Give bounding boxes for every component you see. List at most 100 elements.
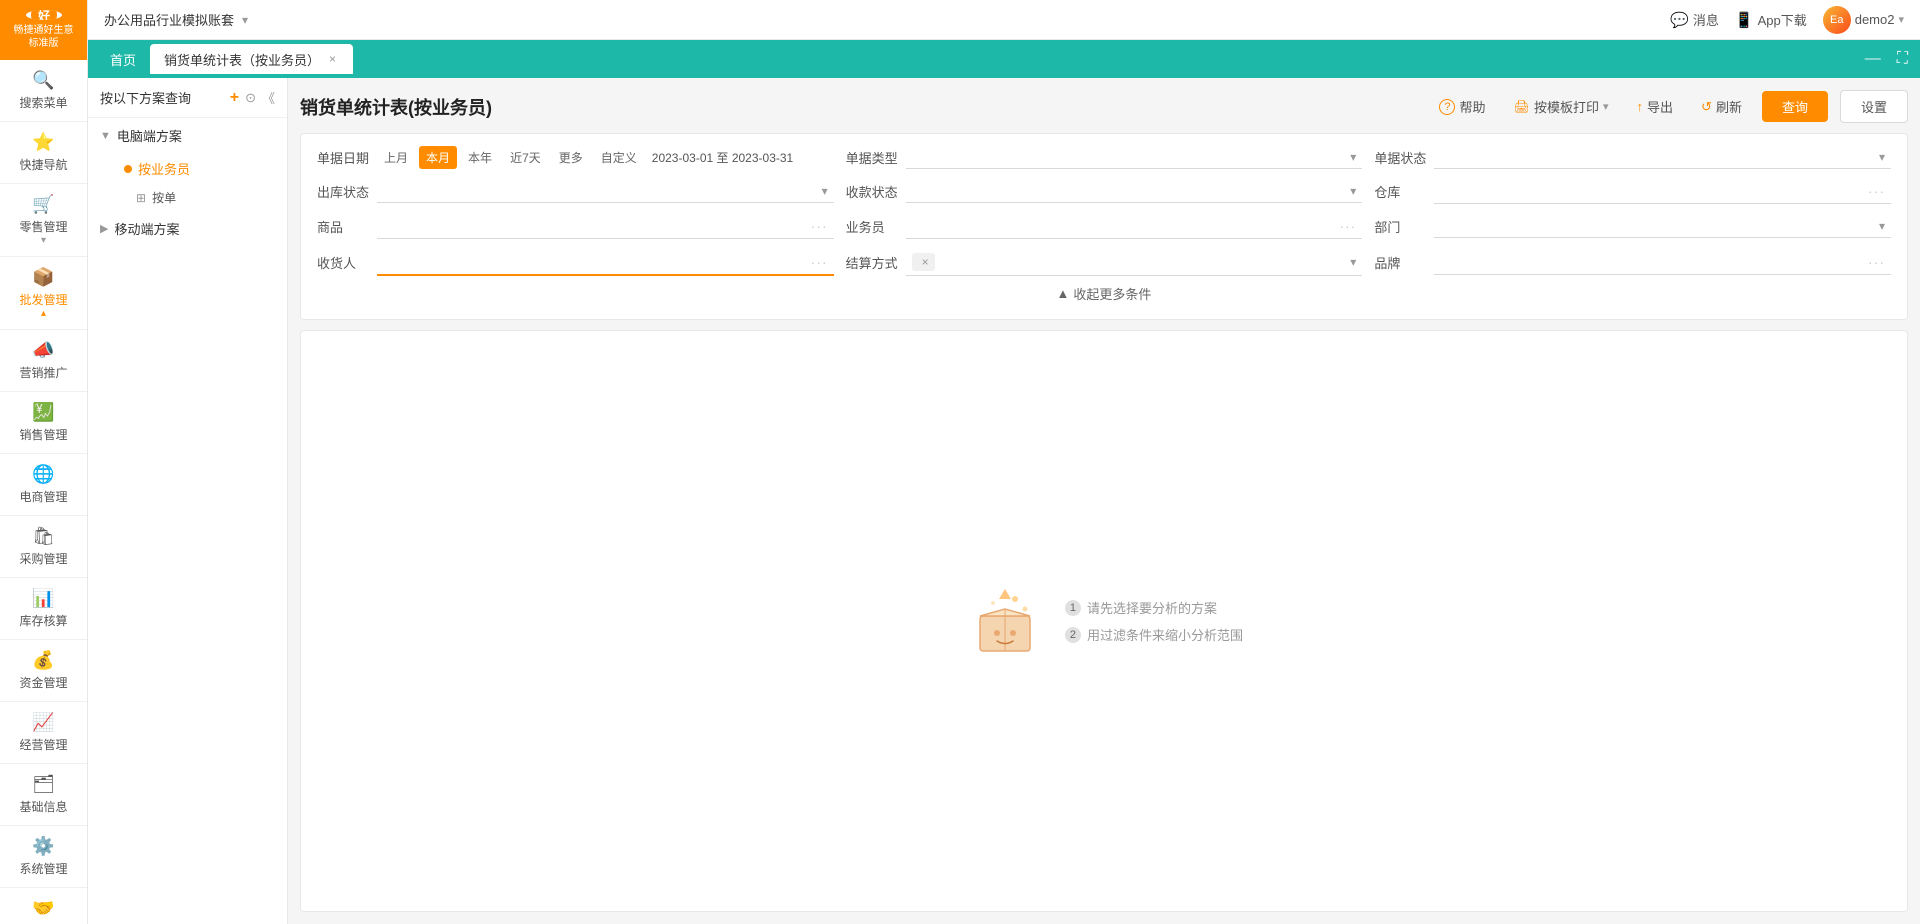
receiver-input[interactable]: ··· <box>377 250 834 276</box>
sidebar-item-inventory[interactable]: 📊 库存核算 <box>0 578 87 640</box>
sidebar-item-shortcut[interactable]: ⭐ 快捷导航 <box>0 122 87 184</box>
settings-button[interactable]: 设置 <box>1840 90 1908 123</box>
scheme-group-mobile[interactable]: ▶ 移动端方案 <box>88 211 287 246</box>
page-header: 销货单统计表(按业务员) ? 帮助 🖨 按模板打印 ▾ ↑ 导出 <box>300 90 1908 123</box>
sidebar-item-label: 快捷导航 <box>19 156 67 173</box>
warehouse-input[interactable]: ··· <box>1434 179 1891 204</box>
help-label: 帮助 <box>1459 97 1485 116</box>
tab-sales-stat[interactable]: 销货单统计表（按业务员） × <box>150 44 353 74</box>
account-dropdown-icon[interactable]: ▾ <box>242 13 248 27</box>
tab-close-icon[interactable]: × <box>326 51 339 67</box>
retail-icon: 🛒 <box>32 194 54 215</box>
out-status-chevron-icon: ▾ <box>822 184 828 198</box>
settlement-chevron-icon: ▾ <box>1350 255 1356 269</box>
help-btn[interactable]: ? 帮助 <box>1431 93 1493 120</box>
settlement-input[interactable]: × ▾ <box>906 249 1363 276</box>
empty-state: 1 请先选择要分析的方案 2 用过滤条件来缩小分析范围 <box>300 330 1908 912</box>
logo-icon: 好 <box>26 10 62 20</box>
help-icon: ? <box>1439 99 1455 115</box>
tab-home[interactable]: 首页 <box>96 44 150 74</box>
sidebar-item-retail[interactable]: 🛒 零售管理 ▾ <box>0 184 87 257</box>
filter-doc-status: 单据状态 ▾ <box>1374 146 1891 169</box>
sidebar-item-system[interactable]: ⚙️ 系统管理 <box>0 826 87 888</box>
wholesale-icon: 📦 <box>32 267 54 288</box>
department-input[interactable]: ▾ <box>1434 215 1891 238</box>
account-selector[interactable]: 办公用品行业模拟账套 <box>104 10 234 29</box>
sales-icon: 💹 <box>32 402 54 423</box>
department-chevron-icon: ▾ <box>1879 219 1885 233</box>
scheme-item-by-salesperson[interactable]: 按业务员 <box>100 153 287 184</box>
date-tag-more[interactable]: 更多 <box>552 146 590 169</box>
finance-icon: 💰 <box>32 650 54 671</box>
date-tag-lastmonth[interactable]: 上月 <box>377 146 415 169</box>
sidebar-item-label: 搜索菜单 <box>19 94 67 111</box>
filter-row-1: 单据日期 上月 本月 本年 近7天 更多 自定义 2023-03-01 至 20… <box>317 146 1891 169</box>
sidebar-item-finance[interactable]: 💰 资金管理 <box>0 640 87 702</box>
hint-text-2: 用过滤条件来缩小分析范围 <box>1087 625 1243 644</box>
sidebar-item-wholesale[interactable]: 📦 批发管理 ▴ <box>0 257 87 330</box>
scheme-group-expand-icon: ▼ <box>100 130 111 142</box>
date-tag-7days[interactable]: 近7天 <box>503 146 548 169</box>
query-button[interactable]: 查询 <box>1762 91 1828 122</box>
scheme-item-label: 按业务员 <box>138 159 190 178</box>
left-panel: 按以下方案查询 + ⊙ 《 ▼ 电脑端方案 按业务员 ⊞ 按单 <box>88 78 288 924</box>
sidebar-item-ecommerce[interactable]: 🌐 电商管理 <box>0 454 87 516</box>
left-panel-header: 按以下方案查询 + ⊙ 《 <box>88 78 287 118</box>
export-btn[interactable]: ↑ 导出 <box>1629 93 1682 120</box>
sidebar-item-marketing[interactable]: 📣 营销推广 <box>0 330 87 392</box>
content-area: 按以下方案查询 + ⊙ 《 ▼ 电脑端方案 按业务员 ⊞ 按单 <box>88 78 1920 924</box>
app-logo: 好 畅捷通好生意 标准版 <box>0 0 88 60</box>
settlement-tag-remove-btn[interactable]: × <box>922 255 929 269</box>
brand-input[interactable]: ··· <box>1434 250 1891 275</box>
app-download-btn[interactable]: 📱 App下载 <box>1735 10 1807 29</box>
tab-maximize-icon[interactable]: ⛶ <box>1893 46 1912 72</box>
print-dropdown-icon: ▾ <box>1603 100 1609 113</box>
out-status-input[interactable]: ▾ <box>377 180 834 203</box>
tab-sales-stat-label: 销货单统计表（按业务员） <box>164 50 320 69</box>
navbar-right: 💬 消息 📱 App下载 Ea demo2 ▾ <box>1670 6 1904 34</box>
sidebar-item-collab[interactable]: 🤝 企业协同 <box>0 888 87 924</box>
salesperson-input[interactable]: ··· <box>906 214 1363 239</box>
doc-status-input[interactable]: ▾ <box>1434 146 1891 169</box>
sidebar-item-search[interactable]: 🔍 搜索菜单 <box>0 60 87 122</box>
active-dot-icon <box>124 165 132 173</box>
scheme-item-by-order[interactable]: ⊞ 按单 <box>100 184 287 211</box>
sidebar-item-basic[interactable]: 🗂 基础信息 <box>0 764 87 826</box>
settings-scheme-btn[interactable]: ⊙ <box>245 90 256 106</box>
collapse-panel-btn[interactable]: 《 <box>262 88 275 107</box>
doc-type-label: 单据类型 <box>846 148 898 167</box>
refresh-btn[interactable]: ↺ 刷新 <box>1693 93 1750 120</box>
tab-minimize-icon[interactable]: — <box>1861 46 1885 72</box>
sidebar-item-sales[interactable]: 💹 销售管理 <box>0 392 87 454</box>
navbar-left: 办公用品行业模拟账套 ▾ <box>104 10 248 29</box>
filter-row-3: 商品 ··· 业务员 ··· 部门 ▾ <box>317 214 1891 239</box>
message-btn[interactable]: 💬 消息 <box>1670 10 1719 29</box>
hint-num-1: 1 <box>1065 600 1081 616</box>
basic-icon: 🗂 <box>32 774 55 795</box>
goods-input[interactable]: ··· <box>377 214 834 239</box>
print-btn[interactable]: 🖨 按模板打印 ▾ <box>1505 93 1616 120</box>
scheme-group-desktop[interactable]: ▼ 电脑端方案 <box>88 118 287 153</box>
user-profile-btn[interactable]: Ea demo2 ▾ <box>1823 6 1904 34</box>
collapse-filter-btn[interactable]: ▲ 收起更多条件 <box>317 280 1891 307</box>
date-tag-thisyear[interactable]: 本年 <box>461 146 499 169</box>
sidebar-item-label: 基础信息 <box>19 798 67 815</box>
brand-label: 品牌 <box>1374 253 1426 272</box>
filter-settlement: 结算方式 × ▾ <box>846 249 1363 276</box>
add-scheme-btn[interactable]: + <box>230 89 239 107</box>
scheme-group-label: 电脑端方案 <box>117 126 182 145</box>
sidebar-item-label: 采购管理 <box>19 550 67 567</box>
order-icon: ⊞ <box>136 191 146 205</box>
ecommerce-icon: 🌐 <box>32 464 54 485</box>
doc-type-input[interactable]: ▾ <box>906 146 1363 169</box>
export-label: 导出 <box>1647 97 1673 116</box>
print-icon: 🖨 <box>1513 99 1530 115</box>
sidebar: 好 畅捷通好生意 标准版 🔍 搜索菜单 ⭐ 快捷导航 🛒 零售管理 ▾ 📦 批发… <box>0 0 88 924</box>
filter-salesperson: 业务员 ··· <box>846 214 1363 239</box>
sidebar-item-purchase[interactable]: 🛍 采购管理 <box>0 516 87 578</box>
system-icon: ⚙️ <box>32 836 54 857</box>
date-tag-custom[interactable]: 自定义 <box>594 146 644 169</box>
date-tag-thismonth[interactable]: 本月 <box>419 146 457 169</box>
sidebar-item-operations[interactable]: 📈 经营管理 <box>0 702 87 764</box>
payment-status-input[interactable]: ▾ <box>906 180 1363 203</box>
